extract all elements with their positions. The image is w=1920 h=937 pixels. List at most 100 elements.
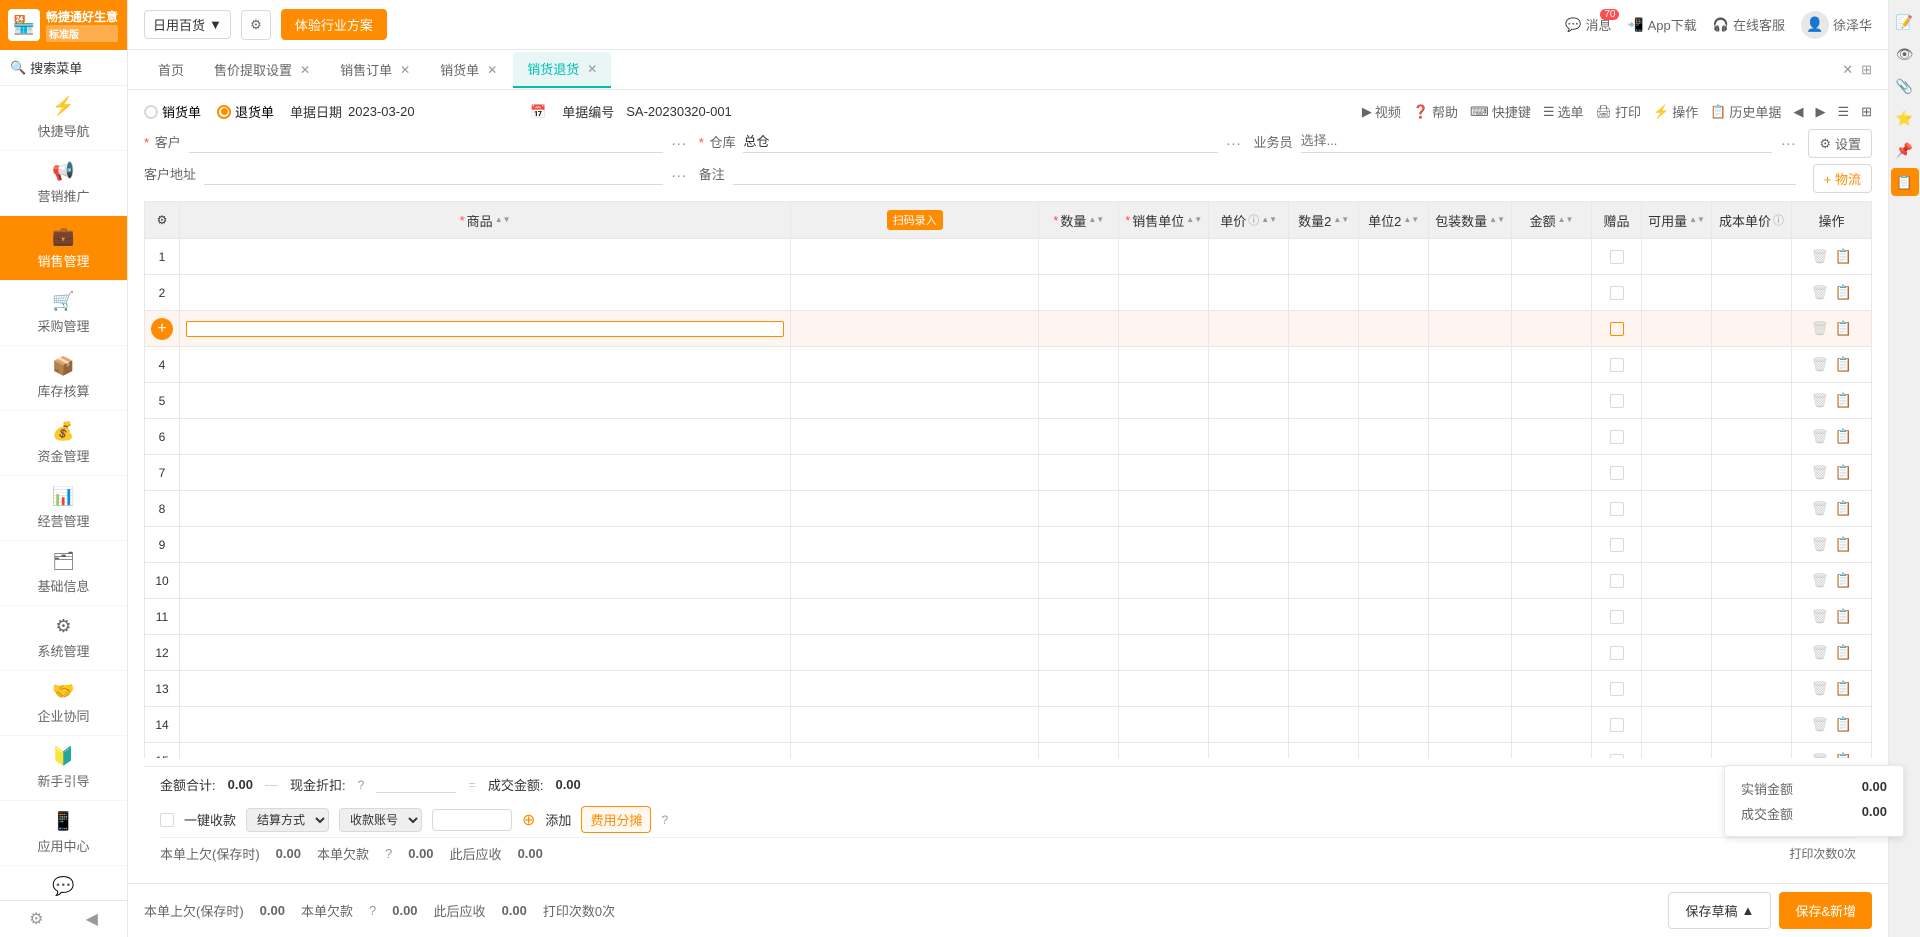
cost-info-icon[interactable]: ⓘ xyxy=(1773,212,1784,228)
product-sort-icon[interactable]: ▲▼ xyxy=(495,216,511,224)
price-info-icon[interactable]: ⓘ xyxy=(1248,212,1259,228)
tab-sales-return[interactable]: 销货退货 ✕ xyxy=(513,52,611,88)
unit2-sort-icon[interactable]: ▲▼ xyxy=(1403,216,1419,224)
copy-icon[interactable]: 📋 xyxy=(1835,464,1852,481)
delete-icon-1[interactable]: 🗑 xyxy=(1811,248,1829,265)
copy-icon-2[interactable]: 📋 xyxy=(1835,284,1852,301)
delete-icon[interactable]: 🗑 xyxy=(1811,392,1829,409)
one-click-checkbox[interactable] xyxy=(160,813,174,827)
toolbar-list-view[interactable]: ☰ xyxy=(1837,104,1849,120)
warehouse-input[interactable] xyxy=(743,129,1217,153)
save-draft-button[interactable]: 保存草稿 ▲ xyxy=(1668,892,1771,929)
toolbar-shortcut-btn[interactable]: ⌨ 快捷键 xyxy=(1470,102,1531,121)
row-available-1[interactable] xyxy=(1642,239,1712,275)
toolbar-prev-btn[interactable]: ◀ xyxy=(1793,104,1803,120)
sidebar-item-enterprise-wechat[interactable]: 💬 企业微信 xyxy=(0,866,127,900)
toolbar-select-btn[interactable]: ☰ 选单 xyxy=(1543,102,1584,121)
amount-sort-icon[interactable]: ▲▼ xyxy=(1558,216,1574,224)
copy-icon[interactable]: 📋 xyxy=(1835,572,1852,589)
calc-method-select[interactable]: 结算方式 xyxy=(246,808,329,832)
sidebar-item-finance-mgmt[interactable]: 💰 资金管理 xyxy=(0,411,127,476)
row-unit-2[interactable] xyxy=(1119,275,1209,311)
copy-icon[interactable]: 📋 xyxy=(1835,428,1852,445)
delete-icon-3[interactable]: 🗑 xyxy=(1811,320,1829,337)
delete-icon[interactable]: 🗑 xyxy=(1811,536,1829,553)
sidebar-item-basic-info[interactable]: 🗂 基础信息 xyxy=(0,541,127,606)
rt-btn-5[interactable]: 📌 xyxy=(1891,136,1919,164)
tab-close-all[interactable]: ✕ xyxy=(1842,62,1853,78)
row-qty-1[interactable] xyxy=(1039,239,1119,275)
customer-dots[interactable]: … xyxy=(671,132,687,150)
delete-icon[interactable]: 🗑 xyxy=(1811,356,1829,373)
row-add-btn-cell[interactable]: + xyxy=(145,311,180,347)
delete-icon[interactable]: 🗑 xyxy=(1811,644,1829,661)
sidebar-item-quick-nav[interactable]: ⚡ 快捷导航 xyxy=(0,86,127,151)
settings-button[interactable]: ⚙ 设置 xyxy=(1808,129,1872,158)
delete-icon[interactable]: 🗑 xyxy=(1811,608,1829,625)
row-cost-2[interactable] xyxy=(1712,275,1792,311)
customer-addr-input[interactable] xyxy=(204,161,663,185)
toolbar-operate-btn[interactable]: ⚡ 操作 xyxy=(1653,102,1698,121)
sidebar-item-newcomer[interactable]: 🔰 新手引导 xyxy=(0,736,127,801)
price-sort-icon[interactable]: ▲▼ xyxy=(1261,216,1277,224)
row-price-2[interactable] xyxy=(1209,275,1289,311)
tab-sales-return-close[interactable]: ✕ xyxy=(587,62,597,76)
row-gift-1[interactable] xyxy=(1592,239,1642,275)
col-header-scan[interactable]: 扫码录入 xyxy=(791,202,1039,239)
copy-icon[interactable]: 📋 xyxy=(1835,392,1852,409)
sidebar-item-inventory[interactable]: 📦 库存核算 xyxy=(0,346,127,411)
row-gift-3[interactable] xyxy=(1592,311,1642,347)
row-amount-1[interactable] xyxy=(1512,239,1592,275)
row-available-3[interactable] xyxy=(1642,311,1712,347)
delete-icon[interactable]: 🗑 xyxy=(1811,428,1829,445)
save-new-button[interactable]: 保存&新增 xyxy=(1779,892,1872,929)
copy-icon[interactable]: 📋 xyxy=(1835,680,1852,697)
warehouse-dots[interactable]: … xyxy=(1226,132,1242,150)
tab-sales-price-close[interactable]: ✕ xyxy=(300,63,310,77)
row-price-3[interactable] xyxy=(1209,311,1289,347)
tab-sales-price[interactable]: 售价提取设置 ✕ xyxy=(200,52,324,88)
print-count-bottom[interactable]: 打印次数0次 xyxy=(543,901,615,920)
calendar-icon[interactable]: 📅 xyxy=(530,104,546,120)
row-cost-3[interactable] xyxy=(1712,311,1792,347)
sidebar-item-ops-mgmt[interactable]: 📊 经营管理 xyxy=(0,476,127,541)
row-qty-2[interactable] xyxy=(1039,275,1119,311)
delete-icon-2[interactable]: 🗑 xyxy=(1811,284,1829,301)
toolbar-history-btn[interactable]: 📋 历史单据 xyxy=(1710,102,1781,121)
header-gear-btn[interactable]: ⚙ xyxy=(241,10,271,40)
print-count-label[interactable]: 打印次数0次 xyxy=(1789,845,1856,862)
rt-btn-4[interactable]: ⭐ xyxy=(1891,104,1919,132)
copy-icon[interactable]: 📋 xyxy=(1835,608,1852,625)
tab-home[interactable]: 首页 xyxy=(144,52,198,88)
row-cost-1[interactable] xyxy=(1712,239,1792,275)
collapse-btn[interactable]: ◀ xyxy=(86,909,98,929)
copy-icon[interactable]: 📋 xyxy=(1835,644,1852,661)
delete-icon[interactable]: 🗑 xyxy=(1811,752,1829,758)
row-product-1[interactable] xyxy=(180,239,791,275)
row-amount-2[interactable] xyxy=(1512,275,1592,311)
row-gift-2[interactable] xyxy=(1592,275,1642,311)
sidebar-item-app-center[interactable]: 📱 应用中心 xyxy=(0,801,127,866)
available-sort-icon[interactable]: ▲▼ xyxy=(1689,216,1705,224)
qty2-sort-icon[interactable]: ▲▼ xyxy=(1333,216,1349,224)
tab-sales-order[interactable]: 销售订单 ✕ xyxy=(326,52,424,88)
row-unit2-2[interactable] xyxy=(1359,275,1429,311)
add-payment-btn[interactable]: ⊕ xyxy=(522,810,535,830)
discount-question-icon[interactable]: ? xyxy=(358,778,365,792)
row-qty2-2[interactable] xyxy=(1289,275,1359,311)
row-unit-1[interactable] xyxy=(1119,239,1209,275)
total-due-hint-bottom[interactable]: ? xyxy=(369,903,376,918)
row-product-3[interactable] xyxy=(180,311,791,347)
toolbar-next-btn[interactable]: ▶ xyxy=(1815,104,1825,120)
customer-input[interactable] xyxy=(189,129,663,153)
tab-sales-delivery-close[interactable]: ✕ xyxy=(487,63,497,77)
copy-icon[interactable]: 📋 xyxy=(1835,356,1852,373)
toolbar-help-btn[interactable]: ❓ 帮助 xyxy=(1413,102,1458,121)
sidebar-item-marketing[interactable]: 📢 营销推广 xyxy=(0,151,127,216)
sidebar-item-sales-mgmt[interactable]: 💼 销售管理 xyxy=(0,216,127,281)
row-unit2-1[interactable] xyxy=(1359,239,1429,275)
add-row-button[interactable]: + xyxy=(151,318,173,340)
delete-icon[interactable]: 🗑 xyxy=(1811,680,1829,697)
remark-input[interactable] xyxy=(733,161,1797,185)
user-btn[interactable]: 👤 徐泽华 xyxy=(1801,11,1872,39)
